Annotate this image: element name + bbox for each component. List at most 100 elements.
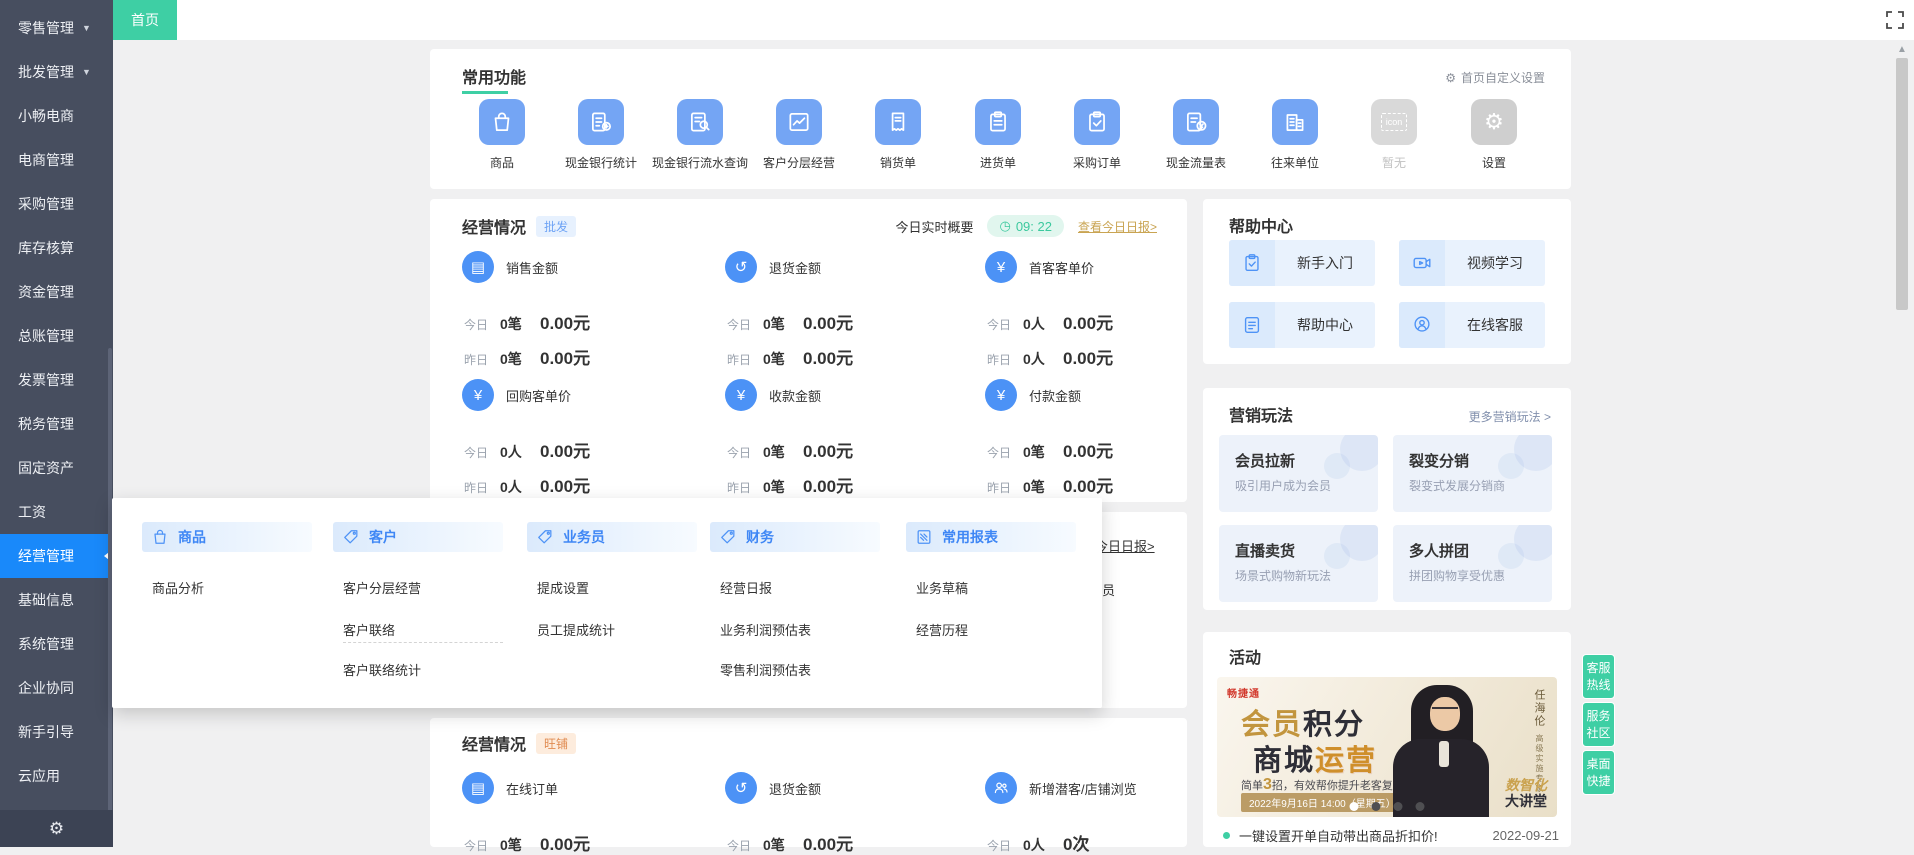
popup-item-customer-contact[interactable]: 客户联络 <box>343 620 395 639</box>
clock-icon: ◷ <box>999 218 1011 233</box>
popup-item-commission-stats[interactable]: 员工提成统计 <box>537 620 615 639</box>
help-card-video-learning[interactable]: 视频学习 <box>1399 240 1545 286</box>
sidebar-item-operation[interactable]: 经营管理 <box>0 534 113 578</box>
metric-receipt-amount: ¥ 收款金额 今日 0笔 0.00元 昨日 0笔 0.00元 <box>725 379 975 497</box>
metric-payment-amount: ¥ 付款金额 今日 0笔 0.00元 昨日 0笔 0.00元 <box>985 379 1235 497</box>
chevron-down-icon: ▼ <box>82 23 91 33</box>
popup-item-customer-contact-stats[interactable]: 客户联络统计 <box>343 660 421 679</box>
settings-gear-icon: ⚙ <box>1471 99 1517 145</box>
metric-first-customer-price: ¥ 首客客单价 今日 0人 0.00元 昨日 0人 0.00元 <box>985 251 1235 369</box>
marketing-panel: 营销玩法 更多营销玩法 > 会员拉新 吸引用户成为会员 裂变分销 裂变式发展分销… <box>1203 388 1571 610</box>
title-underline <box>462 91 508 94</box>
sidebar-item-enterprise[interactable]: 企业协同 <box>0 666 113 710</box>
online-order-icon: ▤ <box>462 772 494 804</box>
sidebar-item-inventory[interactable]: 库存核算 <box>0 226 113 270</box>
carousel-dot-4[interactable] <box>1415 802 1425 811</box>
section-title: 经营情况 批发 <box>462 214 577 238</box>
sidebar-item-fixed-assets[interactable]: 固定资产 <box>0 446 113 490</box>
service-community-button[interactable]: 服务 社区 <box>1582 702 1615 747</box>
sidebar-item-ecom[interactable]: 电商管理 <box>0 138 113 182</box>
bullet-dot-icon <box>1223 832 1230 839</box>
gear-icon[interactable]: ⚙ <box>49 819 64 839</box>
popup-item-business-profit-forecast[interactable]: 业务利润预估表 <box>720 620 811 639</box>
popup-col-salesman: 业务员 提成设置 员工提成统计 <box>527 498 717 708</box>
fullscreen-icon[interactable] <box>1886 11 1904 29</box>
metric-return-amount: ↺ 退货金额 今日 0笔 0.00元 昨日 0笔 0.00元 <box>725 251 975 369</box>
popup-item-operation-history[interactable]: 经营历程 <box>916 620 968 639</box>
help-doc-icon <box>1229 302 1275 348</box>
popup-item-commission-settings[interactable]: 提成设置 <box>537 578 589 597</box>
sidebar-item-retail[interactable]: 零售管理 ▼ <box>0 6 113 50</box>
help-card-beginner-guide[interactable]: 新手入门 <box>1229 240 1375 286</box>
carousel-dot-1[interactable] <box>1349 802 1359 811</box>
home-customize-link[interactable]: ⚙ 首页自定义设置 <box>1445 69 1545 86</box>
marketing-card-member-acquisition[interactable]: 会员拉新 吸引用户成为会员 <box>1219 435 1378 512</box>
purchase-order-icon <box>1074 99 1120 145</box>
popup-item-product-analysis[interactable]: 商品分析 <box>152 578 204 597</box>
carousel-dot-3[interactable] <box>1393 802 1403 811</box>
fission-watermark-icon <box>1498 435 1552 479</box>
sidebar-item-wholesale[interactable]: 批发管理 ▼ <box>0 50 113 94</box>
quick-functions-title: 常用功能 <box>462 70 527 87</box>
price-tag-icon: ¥ <box>462 379 494 411</box>
return-arrow-icon: ↺ <box>725 251 757 283</box>
operation-menu-popup: 商品 商品分析 客户 客户分层经营 客户联络 客户联络统计 业务员 提成设置 员… <box>112 498 1102 708</box>
carousel-dot-2[interactable] <box>1371 802 1381 811</box>
return-arrow-icon: ↺ <box>725 772 757 804</box>
tab-home[interactable]: 首页 <box>113 0 177 40</box>
member-watermark-icon <box>1324 435 1378 479</box>
marketing-card-fission-distribution[interactable]: 裂变分销 裂变式发展分销商 <box>1393 435 1552 512</box>
sidebar-item-basic-info[interactable]: 基础信息 <box>0 578 113 622</box>
sidebar-item-cloud-apps[interactable]: 云应用 <box>0 754 113 798</box>
popup-col-common-reports: 常用报表 业务草稿 经营历程 <box>906 498 1096 708</box>
sidebar-item-salary[interactable]: 工资 <box>0 490 113 534</box>
finance-tag-icon <box>721 530 735 544</box>
metric-repurchase-price: ¥ 回购客单价 今日 0人 0.00元 昨日 0人 0.00元 <box>462 379 712 497</box>
time-badge: ◷ 09: 22 <box>987 215 1064 237</box>
marketing-card-group-buying[interactable]: 多人拼团 拼团购物享受优惠 <box>1393 525 1552 602</box>
activity-title: 活动 <box>1229 650 1262 667</box>
group-watermark-icon <box>1498 525 1552 569</box>
metric-online-orders: ▤ 在线订单 今日 0笔 0.00元 <box>462 772 712 855</box>
activity-panel: 活动 畅捷通 会员积分 商城运营 简单3招，有效帮你提升老客复购率 2022年9… <box>1203 632 1571 847</box>
scrollbar-up-arrow[interactable]: ▲ <box>1897 44 1907 55</box>
popup-item-business-draft[interactable]: 业务草稿 <box>916 578 968 597</box>
retail-partial-label: 员 <box>1102 583 1116 598</box>
service-hotline-button[interactable]: 客服 热线 <box>1582 654 1615 699</box>
retail-report-link[interactable]: 今日日报> <box>1095 536 1155 555</box>
cash-flow-icon <box>1173 99 1219 145</box>
sidebar-item-xiaochang-ecom[interactable]: 小畅电商 <box>0 94 113 138</box>
online-service-icon <box>1399 302 1445 348</box>
more-marketing-link[interactable]: 更多营销玩法 > <box>1469 408 1551 425</box>
activity-news-item[interactable]: 一键设置开单自动带出商品折扣价! 2022-09-21 <box>1223 826 1559 845</box>
page-scrollbar-thumb[interactable] <box>1896 58 1908 310</box>
sidebar-item-beginner[interactable]: 新手引导 <box>0 710 113 754</box>
popup-item-operation-daily[interactable]: 经营日报 <box>720 578 772 597</box>
desktop-shortcut-button[interactable]: 桌面 快捷 <box>1582 750 1615 795</box>
quick-functions-card: 常用功能 ⚙ 首页自定义设置 商品 现金银行统计 现金银行流水查询 客户分层经营… <box>430 49 1571 189</box>
wangpu-section-card: 经营情况 旺铺 ▤ 在线订单 今日 0笔 0.00元 ↺ 退货金额 今日 0笔 0.00元 新… <box>430 718 1187 854</box>
popup-item-retail-profit-forecast[interactable]: 零售利润预估表 <box>720 660 811 679</box>
sidebar-item-ledger[interactable]: 总账管理 <box>0 314 113 358</box>
help-card-online-service[interactable]: 在线客服 <box>1399 302 1545 348</box>
sidebar-item-tax[interactable]: 税务管理 <box>0 402 113 446</box>
help-card-help-center[interactable]: 帮助中心 <box>1229 302 1375 348</box>
brand-logo: 畅捷通 <box>1227 689 1260 700</box>
sidebar-item-funds[interactable]: 资金管理 <box>0 270 113 314</box>
price-tag-icon: ¥ <box>985 251 1017 283</box>
marketing-card-live-selling[interactable]: 直播卖货 场景式购物新玩法 <box>1219 525 1378 602</box>
sidebar-item-system[interactable]: 系统管理 <box>0 622 113 666</box>
carousel-dots <box>1349 802 1425 811</box>
daily-report-link[interactable]: 查看今日日报> <box>1078 218 1157 235</box>
popup-col-product: 商品 商品分析 <box>142 498 332 708</box>
salesman-tag-icon <box>538 530 552 544</box>
help-center-title: 帮助中心 <box>1229 219 1294 236</box>
cash-bank-flow-query-icon <box>677 99 723 145</box>
sidebar-item-invoice[interactable]: 发票管理 <box>0 358 113 402</box>
popup-item-customer-segment[interactable]: 客户分层经营 <box>343 578 421 597</box>
product-bag-icon <box>479 99 525 145</box>
money-receive-icon: ¥ <box>725 379 757 411</box>
activity-banner[interactable]: 畅捷通 会员积分 商城运营 简单3招，有效帮你提升老客复购率 2022年9月16… <box>1217 677 1557 817</box>
quick-item-settings[interactable]: ⚙ 设置 <box>1429 99 1559 171</box>
sidebar-item-purchase[interactable]: 采购管理 <box>0 182 113 226</box>
